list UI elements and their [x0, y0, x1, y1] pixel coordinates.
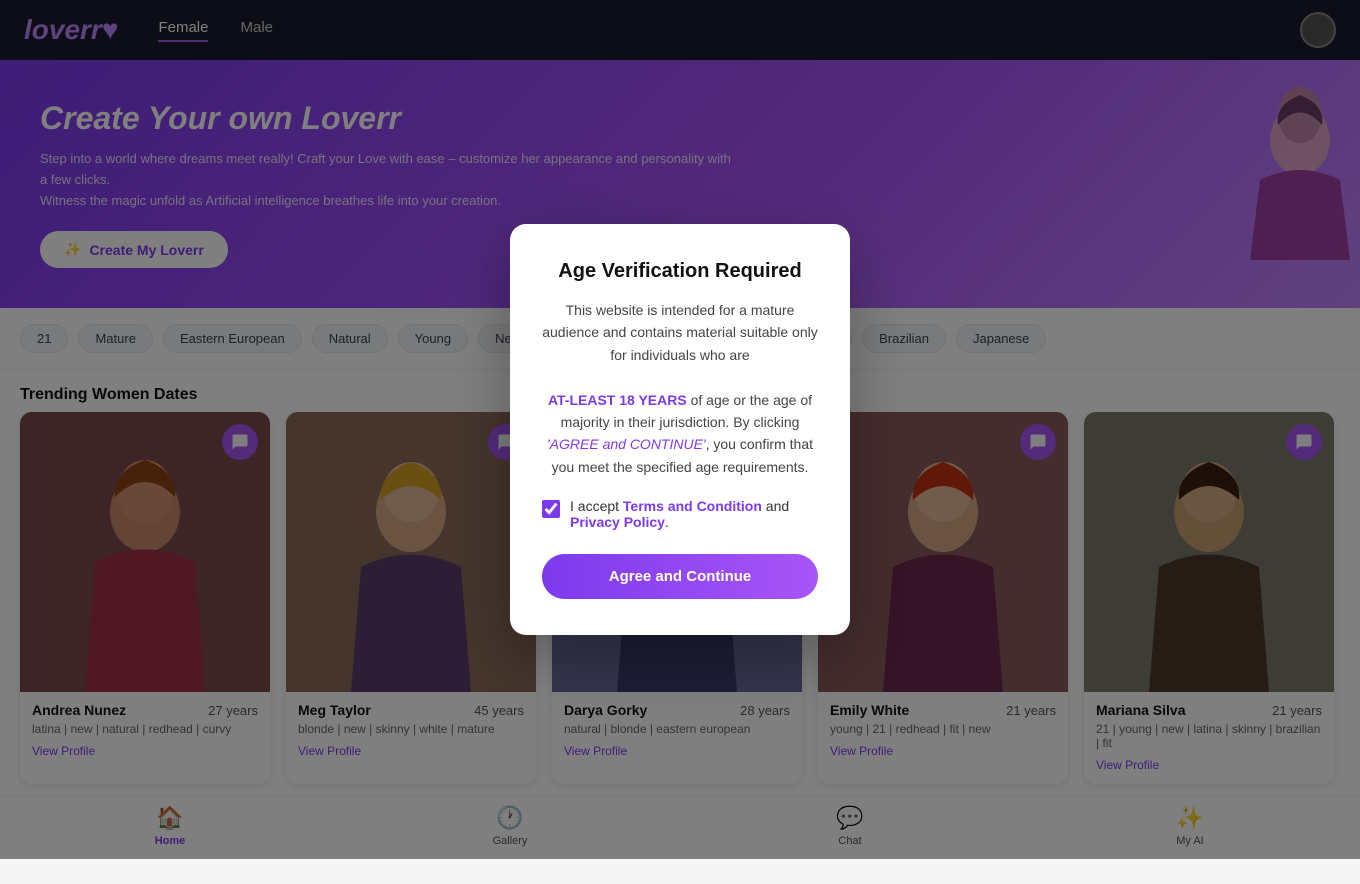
modal-accept-row: I accept Terms and Condition and Privacy… [542, 498, 818, 530]
modal-terms-link[interactable]: Terms and Condition [623, 498, 762, 514]
modal-overlay: Age Verification Required This website i… [0, 0, 1360, 859]
modal-title: Age Verification Required [542, 260, 818, 283]
modal-accept-text: I accept Terms and Condition and Privacy… [570, 498, 818, 530]
modal-body: This website is intended for a mature au… [542, 299, 818, 478]
modal-privacy-link[interactable]: Privacy Policy [570, 514, 665, 530]
agree-continue-button[interactable]: Agree and Continue [542, 554, 818, 599]
age-verification-modal: Age Verification Required This website i… [510, 224, 850, 635]
modal-accept-checkbox[interactable] [542, 500, 560, 518]
